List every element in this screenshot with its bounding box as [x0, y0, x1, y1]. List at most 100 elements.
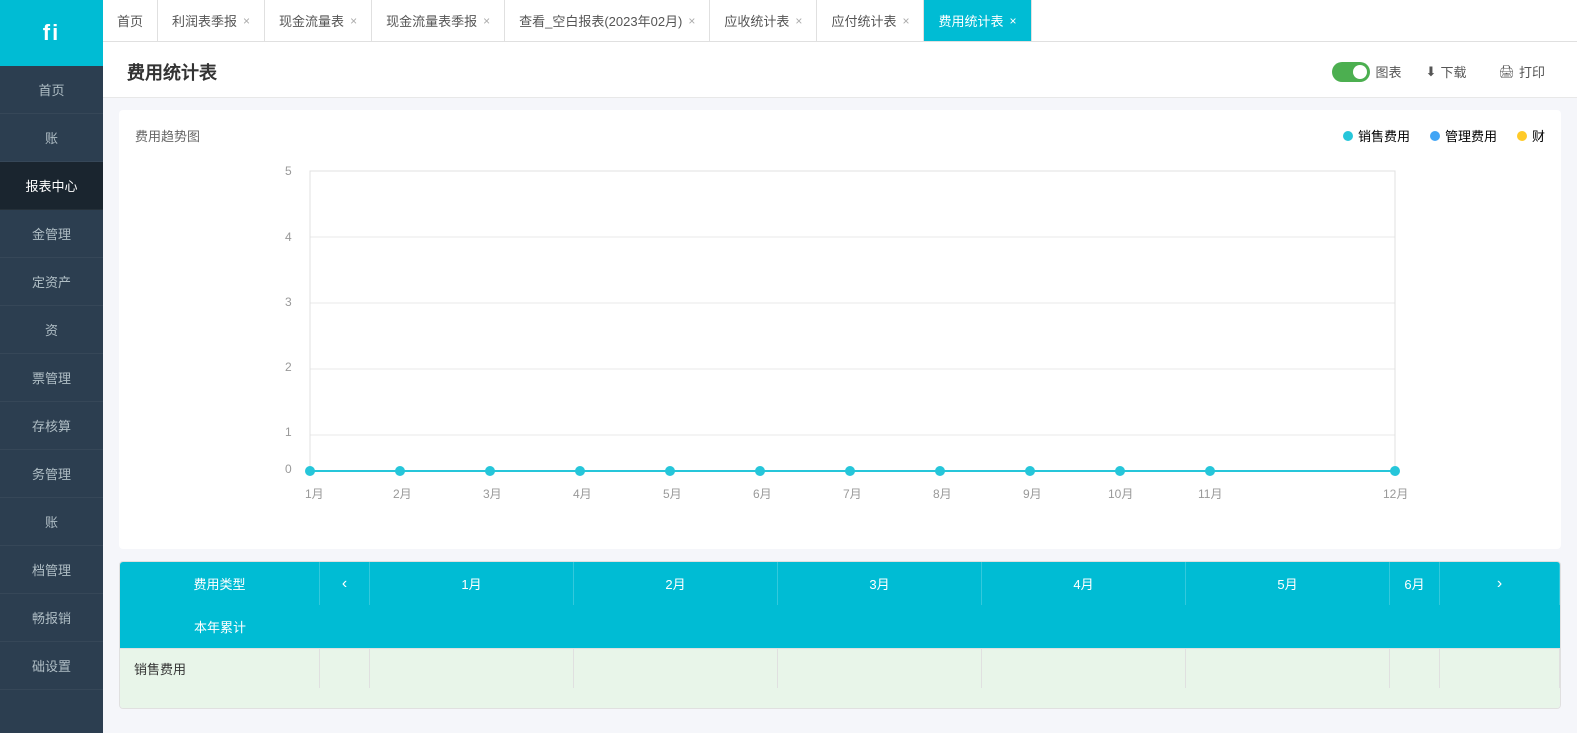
chart-title: 费用趋势图	[135, 126, 200, 145]
sidebar-item-ledger[interactable]: 账	[0, 498, 103, 546]
tab-close-expense-stats[interactable]: ×	[1009, 14, 1016, 28]
tab-home[interactable]: 首页	[103, 0, 158, 42]
chart-section: 费用趋势图 销售费用 管理费用 财	[119, 110, 1561, 549]
sidebar-item-reports[interactable]: 报表中心	[0, 162, 103, 210]
tab-close-blank-report[interactable]: ×	[688, 14, 695, 28]
svg-text:10月: 10月	[1108, 487, 1133, 501]
svg-text:4月: 4月	[573, 487, 592, 501]
sidebar-item-assets[interactable]: 定资产	[0, 258, 103, 306]
td-m5	[1186, 649, 1390, 688]
svg-text:1月: 1月	[305, 487, 324, 501]
svg-text:0: 0	[285, 462, 292, 476]
td-m1	[370, 649, 574, 688]
tab-cashflow-quarterly[interactable]: 现金流量表季报 ×	[372, 0, 505, 42]
td-type: 销售费用	[120, 649, 320, 688]
tab-close-cashflow-quarterly[interactable]: ×	[483, 14, 490, 28]
sidebar: fi 首页 账 报表中心 金管理 定资产 资 票管理 存核算 务管理 账 档管理…	[0, 0, 103, 733]
legend-label-admin: 管理费用	[1445, 126, 1497, 145]
tab-close-cashflow[interactable]: ×	[350, 14, 357, 28]
sidebar-item-account[interactable]: 账	[0, 114, 103, 162]
download-label: 下载	[1440, 62, 1466, 81]
sidebar-item-expense[interactable]: 畅报销	[0, 594, 103, 642]
svg-text:5月: 5月	[663, 487, 682, 501]
svg-text:7月: 7月	[843, 487, 862, 501]
chart-toggle-wrap: 图表	[1332, 62, 1402, 82]
svg-text:2月: 2月	[393, 487, 412, 501]
tab-profit-quarterly[interactable]: 利润表季报 ×	[158, 0, 265, 42]
tab-bar: 首页 利润表季报 × 现金流量表 × 现金流量表季报 × 查看_空白报表(202…	[103, 0, 1577, 42]
svg-text:3月: 3月	[483, 487, 502, 501]
chart-toggle-label: 图表	[1376, 62, 1402, 81]
tab-expense-stats[interactable]: 费用统计表 ×	[924, 0, 1031, 42]
legend-dot-sales	[1343, 131, 1353, 141]
svg-text:3: 3	[285, 295, 292, 309]
sidebar-item-home[interactable]: 首页	[0, 66, 103, 114]
td-m3	[778, 649, 982, 688]
print-button[interactable]: 🖨 打印	[1490, 58, 1553, 85]
svg-text:12月: 12月	[1383, 487, 1408, 501]
svg-text:4: 4	[285, 230, 292, 244]
tab-cashflow[interactable]: 现金流量表 ×	[265, 0, 372, 42]
tab-receivable[interactable]: 应收统计表 ×	[710, 0, 817, 42]
legend-sales: 销售费用	[1343, 126, 1410, 145]
chart-svg: 5 4 3 2 1 0	[135, 153, 1545, 513]
svg-text:2: 2	[285, 360, 292, 374]
tab-blank-report[interactable]: 查看_空白报表(2023年02月) ×	[505, 0, 710, 42]
chart-toggle[interactable]	[1332, 62, 1370, 82]
td-m2	[574, 649, 778, 688]
main-area: 首页 利润表季报 × 现金流量表 × 现金流量表季报 × 查看_空白报表(202…	[103, 0, 1577, 733]
tab-close-profit-quarterly[interactable]: ×	[243, 14, 250, 28]
tab-payable[interactable]: 应付统计表 ×	[817, 0, 924, 42]
svg-text:6月: 6月	[753, 487, 772, 501]
legend-dot-finance	[1517, 131, 1527, 141]
td-total	[120, 688, 320, 708]
print-icon: 🖨	[1498, 64, 1515, 80]
sidebar-logo: fi	[0, 0, 103, 66]
sidebar-item-settings[interactable]: 础设置	[0, 642, 103, 690]
svg-text:11月: 11月	[1198, 487, 1222, 501]
legend-admin: 管理费用	[1430, 126, 1497, 145]
th-m2: 2月	[574, 562, 778, 605]
sidebar-item-inventory[interactable]: 存核算	[0, 402, 103, 450]
tab-close-receivable[interactable]: ×	[795, 14, 802, 28]
th-type: 费用类型	[120, 562, 320, 605]
th-m6: 6月	[1390, 562, 1440, 605]
page-actions: 图表 ⬇ 下载 🖨 打印	[1332, 58, 1553, 85]
page-header: 费用统计表 图表 ⬇ 下载 🖨 打印	[103, 42, 1577, 98]
download-icon: ⬇	[1426, 64, 1437, 80]
sidebar-item-services[interactable]: 务管理	[0, 450, 103, 498]
sidebar-item-resources[interactable]: 资	[0, 306, 103, 354]
expense-table: 费用类型 ‹ 1月 2月 3月 4月 5月 6月 › 本年累计 销售费用	[119, 561, 1561, 709]
th-m4: 4月	[982, 562, 1186, 605]
th-m1: 1月	[370, 562, 574, 605]
svg-text:1: 1	[285, 425, 292, 439]
td-arrow-prev	[320, 649, 370, 688]
table-header: 费用类型 ‹ 1月 2月 3月 4月 5月 6月 › 本年累计	[120, 562, 1560, 648]
td-m4	[982, 649, 1186, 688]
print-label: 打印	[1519, 62, 1545, 81]
legend-dot-admin	[1430, 131, 1440, 141]
content-area: 费用统计表 图表 ⬇ 下载 🖨 打印 费用趋势图	[103, 42, 1577, 733]
download-button[interactable]: ⬇ 下载	[1418, 58, 1475, 85]
svg-text:5: 5	[285, 164, 292, 178]
td-arrow-next	[1440, 649, 1560, 688]
svg-text:9月: 9月	[1023, 487, 1042, 501]
th-total: 本年累计	[120, 605, 320, 648]
svg-text:8月: 8月	[933, 487, 952, 501]
legend-label-sales: 销售费用	[1358, 126, 1410, 145]
page-title: 费用统计表	[127, 59, 217, 85]
sidebar-item-invoices[interactable]: 票管理	[0, 354, 103, 402]
th-next[interactable]: ›	[1440, 562, 1560, 605]
sidebar-item-archive[interactable]: 档管理	[0, 546, 103, 594]
legend-label-finance: 财	[1532, 126, 1545, 145]
td-m6	[1390, 649, 1440, 688]
th-prev[interactable]: ‹	[320, 562, 370, 605]
tab-close-payable[interactable]: ×	[902, 14, 909, 28]
chart-legend: 销售费用 管理费用 财	[1343, 126, 1545, 145]
sidebar-item-cash[interactable]: 金管理	[0, 210, 103, 258]
table-row: 销售费用	[120, 648, 1560, 708]
th-m5: 5月	[1186, 562, 1390, 605]
chart-container: 5 4 3 2 1 0	[135, 153, 1545, 533]
legend-finance: 财	[1517, 126, 1545, 145]
th-m3: 3月	[778, 562, 982, 605]
